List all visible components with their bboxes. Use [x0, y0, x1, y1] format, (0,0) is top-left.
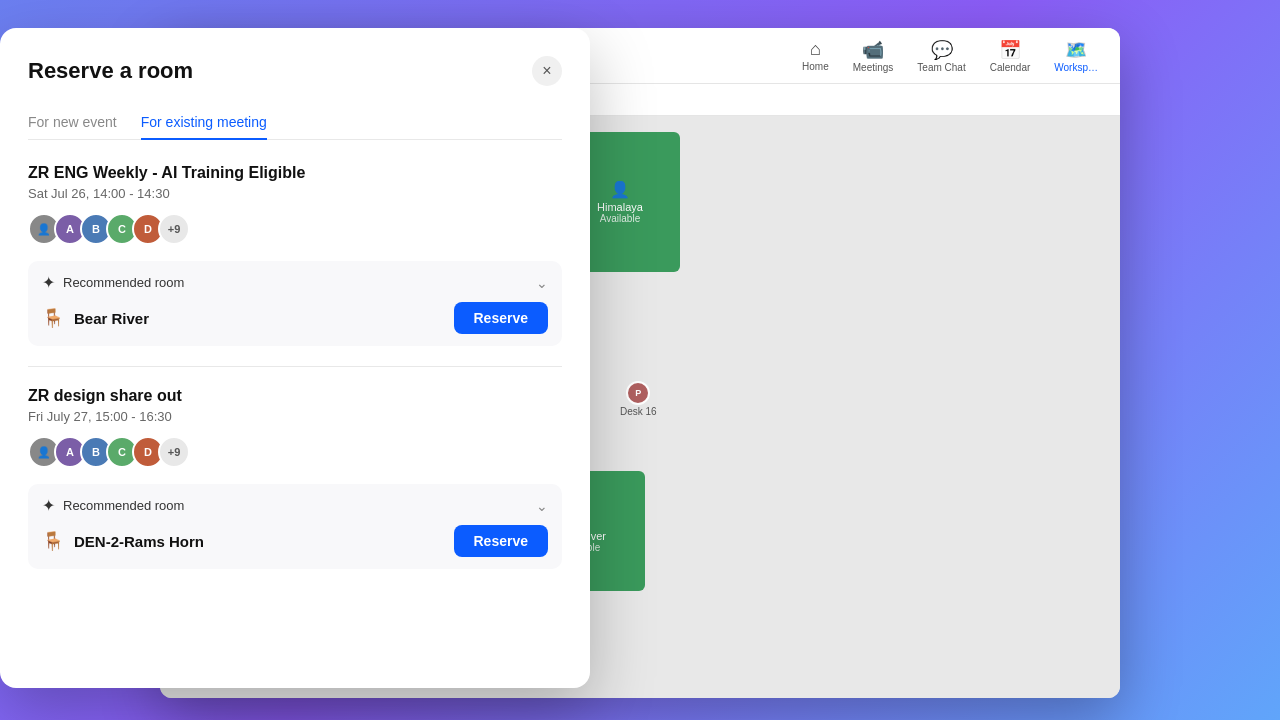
meeting-divider [28, 366, 562, 367]
room-name-2: DEN-2-Rams Horn [74, 533, 204, 550]
meeting-1-time: Sat Jul 26, 14:00 - 14:30 [28, 186, 562, 201]
room-row-1: 🪑 Bear River Reserve [42, 302, 548, 334]
meeting-1-avatars: 👤 A B C D +9 [28, 213, 562, 245]
meetings-icon: 📹 [862, 39, 884, 61]
reserve-room-modal: Reserve a room × For new event For exist… [0, 28, 590, 688]
room-info-1: 🪑 Bear River [42, 307, 149, 329]
nav-meetings[interactable]: 📹 Meetings [843, 35, 904, 77]
nav-icons: ⌂ Home 📹 Meetings 💬 Team Chat 📅 Calendar… [792, 35, 1108, 77]
spark-icon-1: ✦ [42, 273, 55, 292]
calendar-icon: 📅 [999, 39, 1021, 61]
meeting-2-title: ZR design share out [28, 387, 562, 405]
home-icon: ⌂ [810, 39, 821, 60]
meeting-card-2: ZR design share out Fri July 27, 15:00 -… [28, 387, 562, 569]
rec-label-1: ✦ Recommended room [42, 273, 184, 292]
modal-header: Reserve a room × [28, 56, 562, 86]
meeting-2-avatars: 👤 A B C D +9 [28, 436, 562, 468]
nav-workplace[interactable]: 🗺️ Worksp… [1044, 35, 1108, 77]
room-himalaya-status: Available [600, 213, 640, 224]
room-row-2: 🪑 DEN-2-Rams Horn Reserve [42, 525, 548, 557]
avatar-count-1: +9 [158, 213, 190, 245]
spark-icon-2: ✦ [42, 496, 55, 515]
rec-section-1: ✦ Recommended room ⌄ 🪑 Bear River Reserv… [28, 261, 562, 346]
meeting-2-time: Fri July 27, 15:00 - 16:30 [28, 409, 562, 424]
reserve-button-2[interactable]: Reserve [454, 525, 549, 557]
modal-close-button[interactable]: × [532, 56, 562, 86]
rec-chevron-2[interactable]: ⌄ [536, 498, 548, 514]
tab-existing-meeting[interactable]: For existing meeting [141, 106, 267, 140]
meeting-card-1: ZR ENG Weekly - AI Training Eligible Sat… [28, 164, 562, 346]
rec-label-text-1: Recommended room [63, 275, 184, 290]
room-desk-icon-1: 🪑 [42, 307, 64, 329]
avatar-count-2: +9 [158, 436, 190, 468]
tab-new-event[interactable]: For new event [28, 106, 117, 140]
desk-16-avatar: P [626, 381, 650, 405]
reserve-button-1[interactable]: Reserve [454, 302, 549, 334]
room-desk-icon-2: 🪑 [42, 530, 64, 552]
modal-tabs: For new event For existing meeting [28, 106, 562, 140]
avatar-stack-2: 👤 A B C D +9 [28, 436, 190, 468]
room-himalaya-name: Himalaya [597, 201, 643, 213]
room-info-2: 🪑 DEN-2-Rams Horn [42, 530, 204, 552]
desk-16: P Desk 16 [620, 381, 657, 417]
rec-label-2: ✦ Recommended room [42, 496, 184, 515]
meeting-1-title: ZR ENG Weekly - AI Training Eligible [28, 164, 562, 182]
rec-header-1: ✦ Recommended room ⌄ [42, 273, 548, 292]
nav-calendar[interactable]: 📅 Calendar [980, 35, 1041, 77]
nav-home[interactable]: ⌂ Home [792, 35, 839, 76]
rec-header-2: ✦ Recommended room ⌄ [42, 496, 548, 515]
rec-section-2: ✦ Recommended room ⌄ 🪑 DEN-2-Rams Horn R… [28, 484, 562, 569]
nav-teamchat[interactable]: 💬 Team Chat [907, 35, 975, 77]
rec-chevron-1[interactable]: ⌄ [536, 275, 548, 291]
room-name-1: Bear River [74, 310, 149, 327]
rec-label-text-2: Recommended room [63, 498, 184, 513]
modal-title: Reserve a room [28, 58, 193, 84]
avatar-stack-1: 👤 A B C D +9 [28, 213, 190, 245]
chat-icon: 💬 [931, 39, 953, 61]
workplace-icon: 🗺️ [1065, 39, 1087, 61]
